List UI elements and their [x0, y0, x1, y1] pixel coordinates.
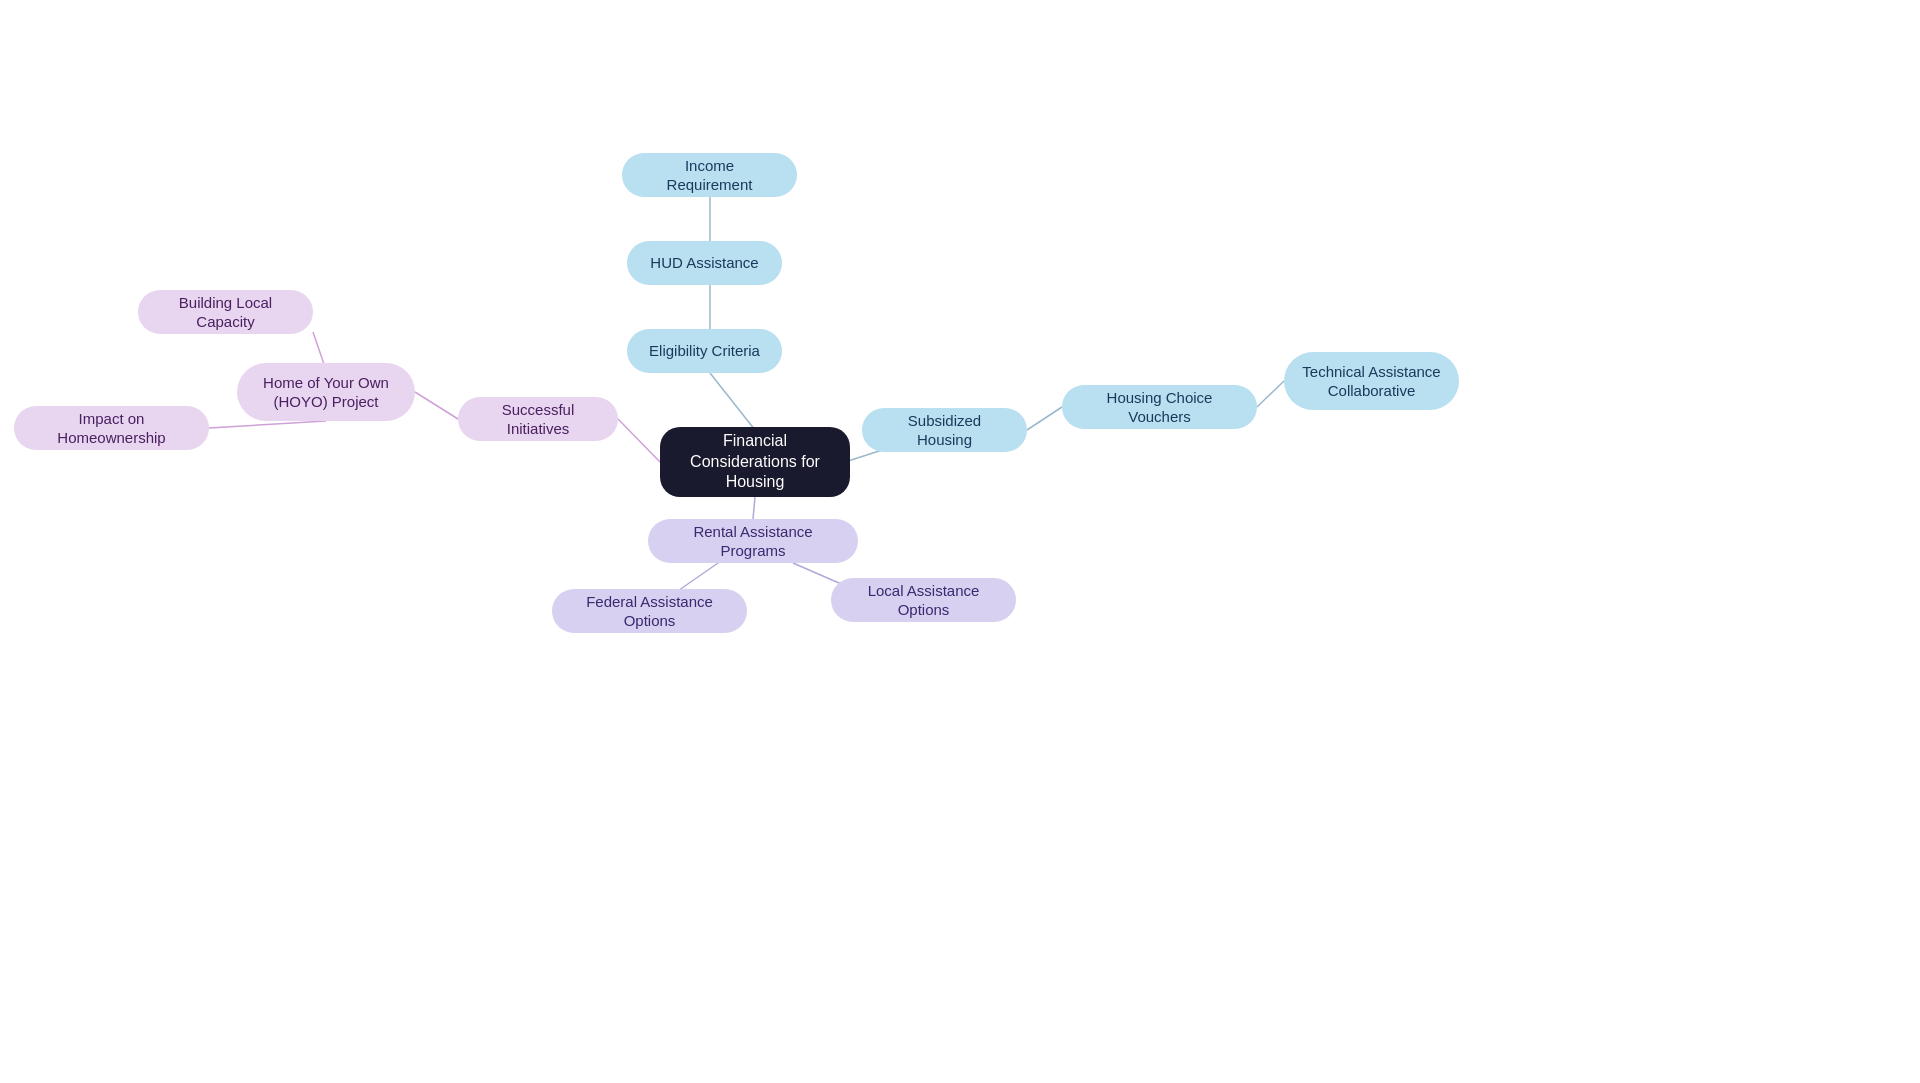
svg-line-5 [1257, 381, 1284, 407]
home-of-your-own-node[interactable]: Home of Your Own (HOYO) Project [237, 363, 415, 421]
impact-on-homeownership-node[interactable]: Impact on Homeownership [14, 406, 209, 450]
svg-line-0 [710, 373, 755, 430]
successful-initiatives-node[interactable]: Successful Initiatives [458, 397, 618, 441]
svg-line-9 [618, 419, 660, 462]
svg-line-4 [1027, 407, 1062, 430]
subsidized-housing-node[interactable]: Subsidized Housing [862, 408, 1027, 452]
eligibility-criteria-node[interactable]: Eligibility Criteria [627, 329, 782, 373]
federal-assistance-node[interactable]: Federal Assistance Options [552, 589, 747, 633]
svg-line-6 [753, 497, 755, 519]
technical-assistance-node[interactable]: Technical Assistance Collaborative [1284, 352, 1459, 410]
housing-choice-vouchers-node[interactable]: Housing Choice Vouchers [1062, 385, 1257, 429]
rental-assistance-node[interactable]: Rental Assistance Programs [648, 519, 858, 563]
hud-assistance-node[interactable]: HUD Assistance [627, 241, 782, 285]
svg-line-12 [209, 421, 326, 428]
svg-line-10 [415, 392, 458, 419]
local-assistance-node[interactable]: Local Assistance Options [831, 578, 1016, 622]
center-node[interactable]: Financial Considerations for Housing [660, 427, 850, 497]
building-local-capacity-node[interactable]: Building Local Capacity [138, 290, 313, 334]
income-requirement-node[interactable]: Income Requirement [622, 153, 797, 197]
